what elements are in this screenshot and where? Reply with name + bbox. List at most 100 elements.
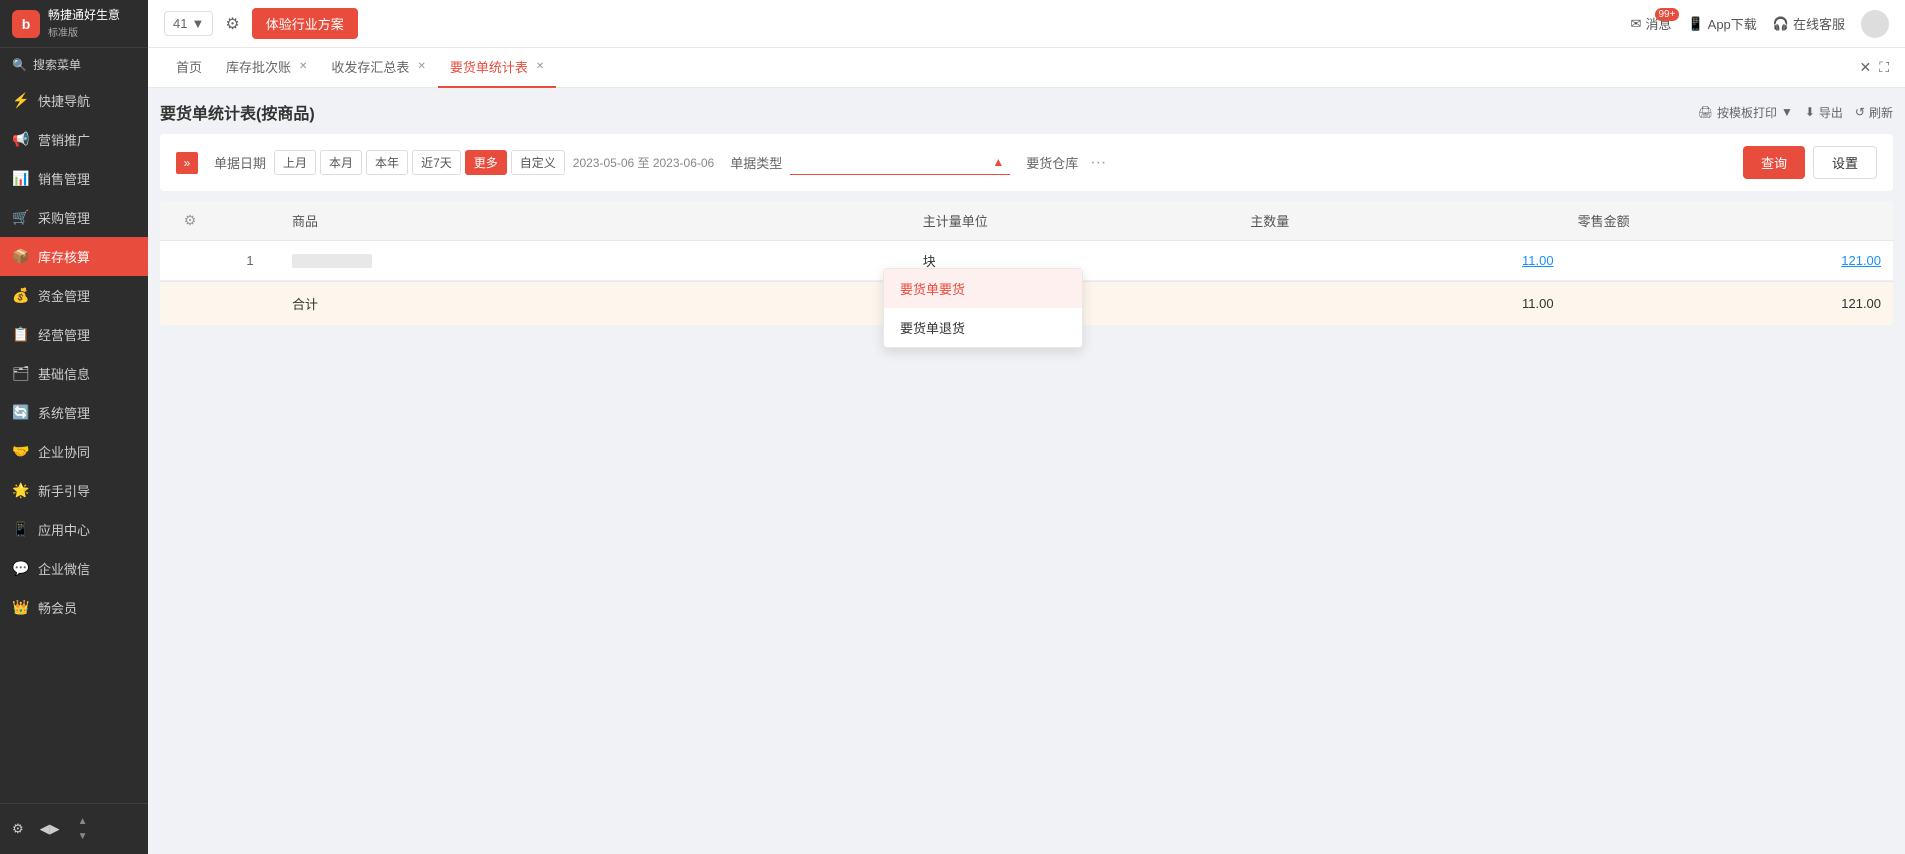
tab-order-stats-close[interactable]: ✕ [536, 61, 544, 72]
page-content: 要货单统计表(按商品) 🖨 按模板打印 ▼ ⬇ 导出 ↺ 刷新 » [148, 88, 1905, 854]
sidebar-item-wechat[interactable]: 💬 企业微信 [0, 549, 148, 588]
operation-icon: 📋 [12, 326, 30, 343]
sidebar-search[interactable]: 🔍 搜索菜单 [0, 48, 148, 81]
export-button[interactable]: ⬇ 导出 [1805, 104, 1843, 121]
sidebar-item-appstore[interactable]: 📱 应用中心 [0, 510, 148, 549]
header-left: 41 ▼ ⚙ 体验行业方案 [164, 8, 358, 39]
sidebar-item-label: 企业协同 [38, 442, 90, 461]
date-btn-current-month[interactable]: 本月 [320, 150, 362, 175]
sidebar-item-purchase[interactable]: 🛒 采购管理 [0, 198, 148, 237]
td-amount[interactable]: 121.00 [1566, 253, 1893, 268]
th-qty: 主数量 [1238, 211, 1565, 230]
corp-icon: 🤝 [12, 443, 30, 460]
sidebar-item-label: 销售管理 [38, 169, 90, 188]
sidebar-item-guide[interactable]: 🌟 新手引导 [0, 471, 148, 510]
app-download-button[interactable]: 📱 App下载 [1687, 14, 1756, 33]
dropdown-item-return[interactable]: 要货单退货 [884, 308, 1082, 347]
date-buttons: 上月 本月 本年 近7天 更多 自定义 [274, 150, 565, 175]
refresh-button[interactable]: ↺ 刷新 [1855, 104, 1893, 121]
th-amount: 零售金额 [1566, 211, 1893, 230]
sidebar-item-sales[interactable]: 📊 销售管理 [0, 159, 148, 198]
message-button[interactable]: ✉ 消息 99+ [1631, 14, 1672, 33]
logo-icon: b [12, 10, 40, 38]
page-title-bar: 要货单统计表(按商品) 🖨 按模板打印 ▼ ⬇ 导出 ↺ 刷新 [160, 100, 1893, 124]
date-btn-prev-month[interactable]: 上月 [274, 150, 316, 175]
tab-home-label: 首页 [176, 57, 202, 76]
type-filter-label: 单据类型 [730, 153, 782, 172]
wechat-icon: 💬 [12, 560, 30, 577]
scroll-down-button[interactable]: ▼ [76, 829, 90, 844]
filter-settings-button[interactable]: 设置 [1813, 146, 1877, 179]
tab-summary-close[interactable]: ✕ [417, 61, 425, 72]
app-download-icon: 📱 [1687, 16, 1703, 32]
user-avatar[interactable] [1861, 10, 1889, 38]
sidebar-item-marketing[interactable]: 📢 营销推广 [0, 120, 148, 159]
header-settings-button[interactable]: ⚙ [225, 14, 239, 34]
sidebar-item-label: 新手引导 [38, 481, 90, 500]
tab-inventory-ledger[interactable]: 库存批次账 ✕ [214, 48, 319, 88]
sidebar-logo: b 畅捷通好生意 标准版 [0, 0, 148, 48]
sidebar-item-inventory[interactable]: 📦 库存核算 [0, 237, 148, 276]
tab-inventory-ledger-close[interactable]: ✕ [299, 61, 307, 72]
tab-home[interactable]: 首页 [164, 48, 214, 88]
collapse-button[interactable]: ◀▶ [40, 821, 60, 837]
dropdown-item-order[interactable]: 要货单要货 [884, 269, 1082, 308]
dropdown-arrow-icon: ▼ [191, 16, 204, 31]
scroll-up-button[interactable]: ▲ [76, 814, 90, 829]
sidebar-item-operation[interactable]: 📋 经营管理 [0, 315, 148, 354]
table-settings-icon[interactable]: ⚙ [184, 212, 197, 229]
tabs-actions: ✕ ⛶ [1859, 59, 1889, 76]
td-qty[interactable]: 11.00 [1238, 253, 1565, 268]
warehouse-more-button[interactable]: ··· [1090, 154, 1106, 172]
sidebar-item-label: 企业微信 [38, 559, 90, 578]
tab-expand-button[interactable]: ⛶ [1879, 59, 1889, 76]
table-header: ⚙ 商品 主计量单位 主数量 零售金额 [160, 201, 1893, 241]
purchase-icon: 🛒 [12, 209, 30, 226]
type-filter-container: ▲ [790, 151, 1010, 175]
sidebar-item-shortcut[interactable]: ⚡ 快捷导航 [0, 81, 148, 120]
type-filter-group: 单据类型 ▲ [730, 151, 1010, 175]
sidebar-item-basic[interactable]: 🗂 基础信息 [0, 354, 148, 393]
tab-close-all-button[interactable]: ✕ [1859, 59, 1871, 76]
sidebar: b 畅捷通好生意 标准版 🔍 搜索菜单 ⚡ 快捷导航 📢 营销推广 📊 销售管理… [0, 0, 148, 854]
scroll-buttons: ▲ ▼ [76, 814, 90, 844]
sidebar-item-system[interactable]: 🔄 系统管理 [0, 393, 148, 432]
sidebar-item-corp[interactable]: 🤝 企业协同 [0, 432, 148, 471]
header-right: ✉ 消息 99+ 📱 App下载 🎧 在线客服 [1631, 10, 1889, 38]
type-dropdown-arrow[interactable]: ▲ [992, 155, 1004, 169]
date-btn-7days[interactable]: 近7天 [412, 150, 461, 175]
search-icon: 🔍 [12, 58, 27, 72]
date-btn-current-year[interactable]: 本年 [366, 150, 408, 175]
date-btn-custom[interactable]: 自定义 [511, 150, 565, 175]
refresh-label: 刷新 [1869, 104, 1893, 121]
app-title: 畅捷通好生意 [48, 8, 120, 24]
print-button[interactable]: 🖨 按模板打印 ▼ [1698, 104, 1793, 121]
industry-button[interactable]: 体验行业方案 [252, 8, 358, 39]
system-icon: 🔄 [12, 404, 30, 421]
app-download-label: App下载 [1708, 14, 1757, 33]
td-no: 1 [220, 253, 280, 268]
online-service-button[interactable]: 🎧 在线客服 [1773, 14, 1845, 33]
date-filter-label: 单据日期 [214, 153, 266, 172]
sidebar-nav: ⚡ 快捷导航 📢 营销推广 📊 销售管理 🛒 采购管理 📦 库存核算 💰 资金管… [0, 81, 148, 803]
settings-button[interactable]: ⚙ [12, 821, 24, 837]
marketing-icon: 📢 [12, 131, 30, 148]
tab-summary-label: 收发存汇总表 [331, 57, 409, 76]
store-selector[interactable]: 41 ▼ [164, 11, 213, 36]
tabs-bar: 首页 库存批次账 ✕ 收发存汇总表 ✕ 要货单统计表 ✕ ✕ ⛶ [148, 48, 1905, 88]
footer-total-label: 合计 [280, 294, 911, 313]
sidebar-item-member[interactable]: 👑 畅会员 [0, 588, 148, 627]
print-dropdown-icon: ▼ [1781, 105, 1793, 119]
tab-summary[interactable]: 收发存汇总表 ✕ [319, 48, 437, 88]
page-actions: 🖨 按模板打印 ▼ ⬇ 导出 ↺ 刷新 [1698, 104, 1893, 121]
date-btn-more[interactable]: 更多 [465, 150, 507, 175]
footer-qty: 11.00 [1238, 296, 1565, 311]
tab-order-stats-label: 要货单统计表 [450, 57, 528, 76]
query-button[interactable]: 查询 [1743, 146, 1805, 179]
tab-order-stats[interactable]: 要货单统计表 ✕ [438, 48, 556, 88]
type-filter-input[interactable] [790, 153, 992, 172]
main-area: 41 ▼ ⚙ 体验行业方案 ✉ 消息 99+ 📱 App下载 🎧 在线客服 [148, 0, 1905, 854]
sidebar-item-finance[interactable]: 💰 资金管理 [0, 276, 148, 315]
filter-actions: 查询 设置 [1743, 146, 1877, 179]
filter-expand-button[interactable]: » [176, 152, 198, 174]
